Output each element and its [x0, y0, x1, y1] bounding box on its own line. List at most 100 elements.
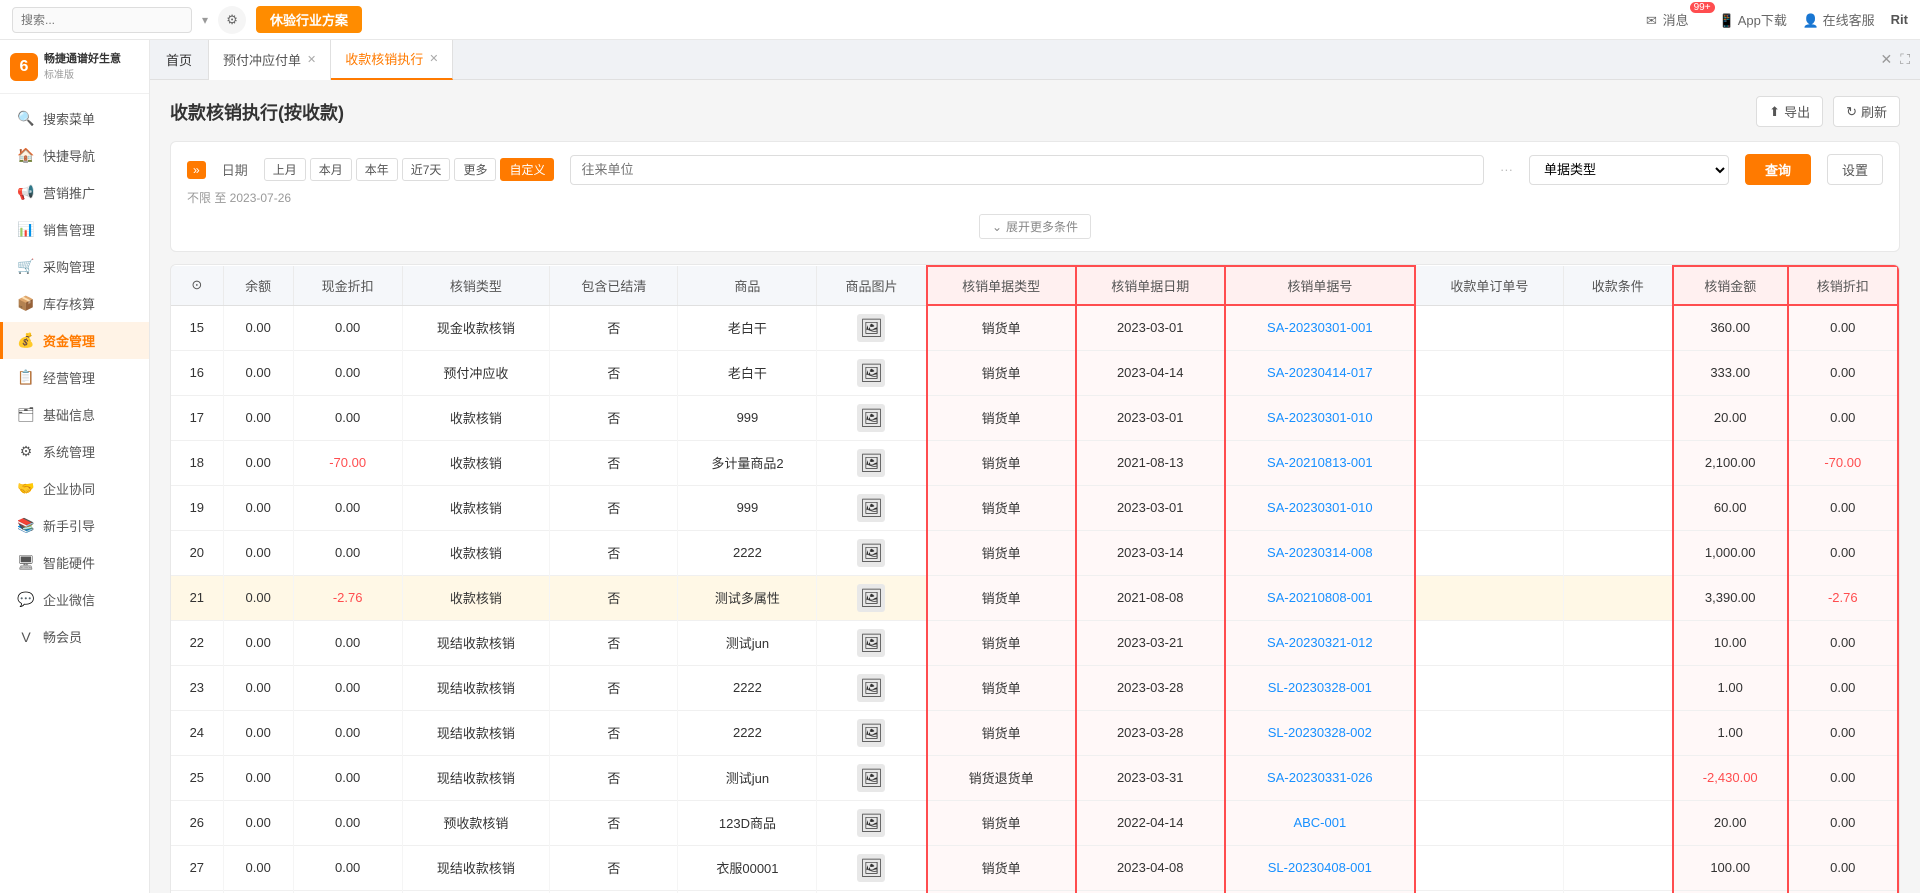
sidebar-item-nav[interactable]: 🏠 快捷导航 [0, 137, 149, 174]
td-balance: 0.00 [223, 530, 293, 575]
td-seq: 21 [171, 575, 223, 620]
tab-bar-right: ✕ ⛶ [1880, 51, 1920, 68]
td-product-img: 🖼 [817, 485, 927, 530]
td-writeoff-discount: 0.00 [1788, 665, 1898, 710]
table-row: 26 0.00 0.00 预收款核销 否 123D商品 🖼 销货单 2022-0… [171, 800, 1898, 845]
td-writeoff-bill-no: SL-20230328-002 [1225, 710, 1415, 755]
writeoff-bill-no-link[interactable]: SA-20210813-001 [1267, 455, 1373, 470]
sidebar-item-sales[interactable]: 📊 销售管理 [0, 211, 149, 248]
date-btn-more[interactable]: 更多 [454, 158, 496, 181]
query-btn[interactable]: 查询 [1745, 154, 1811, 185]
message-icon-wrap[interactable]: ✉ 消息 99+ [1646, 10, 1703, 29]
message-label: 消息 [1663, 13, 1689, 28]
tab-writeoff[interactable]: 收款核销执行 ✕ [331, 40, 453, 80]
user-label[interactable]: Rit [1891, 12, 1908, 27]
tab-prepay[interactable]: 预付冲应付单 ✕ [209, 40, 331, 80]
industry-btn[interactable]: 休验行业方案 [256, 6, 362, 33]
sidebar-item-wechat[interactable]: 💬 企业微信 [0, 581, 149, 618]
date-btn-this-year[interactable]: 本年 [356, 158, 398, 181]
td-writeoff-bill-date: 2023-03-14 [1076, 530, 1225, 575]
td-writeoff-discount: -70.00 [1788, 440, 1898, 485]
sidebar-item-member[interactable]: V 畅会员 [0, 618, 149, 655]
th-product: 商品 [678, 266, 817, 305]
date-btn-7days[interactable]: 近7天 [402, 158, 451, 181]
date-btn-custom[interactable]: 自定义 [500, 158, 554, 181]
td-receipt-order-no [1415, 305, 1563, 350]
page-title: 收款核销执行(按收款) [170, 99, 344, 125]
sidebar-item-collab[interactable]: 🤝 企业协同 [0, 470, 149, 507]
td-seq: 18 [171, 440, 223, 485]
td-writeoff-type: 收款核销 [402, 530, 550, 575]
inventory-icon: 📦 [17, 295, 35, 312]
writeoff-bill-no-link[interactable]: ABC-001 [1293, 815, 1346, 830]
basics-icon: 🗂 [17, 406, 35, 423]
writeoff-bill-no-link[interactable]: SA-20230301-010 [1267, 410, 1373, 425]
td-product: 2222 [678, 530, 817, 575]
sidebar-item-purchase[interactable]: 🛒 采购管理 [0, 248, 149, 285]
gear-button[interactable]: ⚙ [218, 6, 246, 34]
sidebar-item-marketing[interactable]: 📢 营销推广 [0, 174, 149, 211]
table-wrap: ⊙ 余额 现金折扣 核销类型 包含已结清 商品 商品图片 核销单据类型 核销单据… [170, 264, 1900, 893]
td-writeoff-type: 现结收款核销 [402, 665, 550, 710]
app-download-link[interactable]: 📱 App下载 [1719, 10, 1787, 29]
td-product-img: 🖼 [817, 800, 927, 845]
settings-btn[interactable]: 设置 [1827, 154, 1883, 185]
sidebar-item-operations[interactable]: 📋 经营管理 [0, 359, 149, 396]
th-writeoff-bill-no: 核销单据号 [1225, 266, 1415, 305]
filter-row: » 日期 上月 本月 本年 近7天 更多 自定义 ··· 单据类型 [187, 154, 1883, 185]
export-btn[interactable]: ⬆ 导出 [1756, 96, 1823, 127]
td-writeoff-type: 现结收款核销 [402, 620, 550, 665]
order-type-select[interactable]: 单据类型 [1529, 155, 1729, 185]
maximize-icon[interactable]: ⛶ [1900, 51, 1910, 68]
td-product: 测试jun [678, 755, 817, 800]
writeoff-bill-no-link[interactable]: SA-20230321-012 [1267, 635, 1373, 650]
td-balance: 0.00 [223, 755, 293, 800]
sidebar-item-search[interactable]: 🔍 搜索菜单 [0, 100, 149, 137]
writeoff-bill-no-link[interactable]: SA-20230301-001 [1267, 320, 1373, 335]
td-receipt-order-no [1415, 575, 1563, 620]
sales-icon: 📊 [17, 221, 35, 238]
writeoff-bill-no-link[interactable]: SA-20210808-001 [1267, 590, 1373, 605]
date-btn-this-month[interactable]: 本月 [310, 158, 352, 181]
td-receipt-condition [1563, 440, 1673, 485]
sidebar-menu: 🔍 搜索菜单 🏠 快捷导航 📢 营销推广 📊 销售管理 🛒 采购管理 📦 [0, 94, 149, 893]
dropdown-icon[interactable]: ▾ [202, 13, 208, 27]
writeoff-bill-no-link[interactable]: SL-20230408-001 [1268, 860, 1372, 875]
td-writeoff-bill-type: 销货单 [927, 350, 1076, 395]
sidebar-item-system[interactable]: ⚙ 系统管理 [0, 433, 149, 470]
expand-btn[interactable]: ⌄ 展开更多条件 [979, 214, 1091, 239]
td-receipt-order-no [1415, 350, 1563, 395]
writeoff-bill-no-link[interactable]: SA-20230314-008 [1267, 545, 1373, 560]
from-unit-input[interactable] [570, 155, 1484, 185]
td-receipt-order-no [1415, 665, 1563, 710]
operations-icon: 📋 [17, 369, 35, 386]
tab-close-prepay[interactable]: ✕ [307, 53, 316, 66]
online-service-link[interactable]: 👤 在线客服 [1803, 10, 1875, 29]
date-btn-last-month[interactable]: 上月 [264, 158, 306, 181]
expand-toggle[interactable]: » [187, 161, 206, 179]
refresh-btn[interactable]: ↻ 刷新 [1833, 96, 1900, 127]
tab-close-writeoff[interactable]: ✕ [429, 52, 438, 65]
td-receipt-condition [1563, 575, 1673, 620]
gear-icon: ⚙ [226, 12, 238, 28]
writeoff-bill-no-link[interactable]: SL-20230328-001 [1268, 680, 1372, 695]
message-icon: ✉ [1646, 13, 1657, 28]
chevron-down-icon: ⌄ [992, 220, 1002, 234]
td-receipt-condition [1563, 665, 1673, 710]
td-cash-discount: 0.00 [293, 710, 402, 755]
writeoff-bill-no-link[interactable]: SA-20230414-017 [1267, 365, 1373, 380]
td-balance: 0.00 [223, 440, 293, 485]
td-writeoff-amount: -2,430.00 [1673, 755, 1788, 800]
writeoff-bill-no-link[interactable]: SL-20230328-002 [1268, 725, 1372, 740]
tab-home[interactable]: 首页 [150, 40, 209, 80]
sidebar-item-inventory[interactable]: 📦 库存核算 [0, 285, 149, 322]
search-input[interactable] [12, 7, 192, 33]
sidebar-item-basics[interactable]: 🗂 基础信息 [0, 396, 149, 433]
sidebar-item-finance[interactable]: 💰 资金管理 [0, 322, 149, 359]
close-window-icon[interactable]: ✕ [1880, 51, 1892, 68]
sidebar-item-guide[interactable]: 📚 新手引导 [0, 507, 149, 544]
sidebar-item-hardware[interactable]: 🖥 智能硬件 [0, 544, 149, 581]
writeoff-bill-no-link[interactable]: SA-20230301-010 [1267, 500, 1373, 515]
th-seq: ⊙ [171, 266, 223, 305]
writeoff-bill-no-link[interactable]: SA-20230331-026 [1267, 770, 1373, 785]
